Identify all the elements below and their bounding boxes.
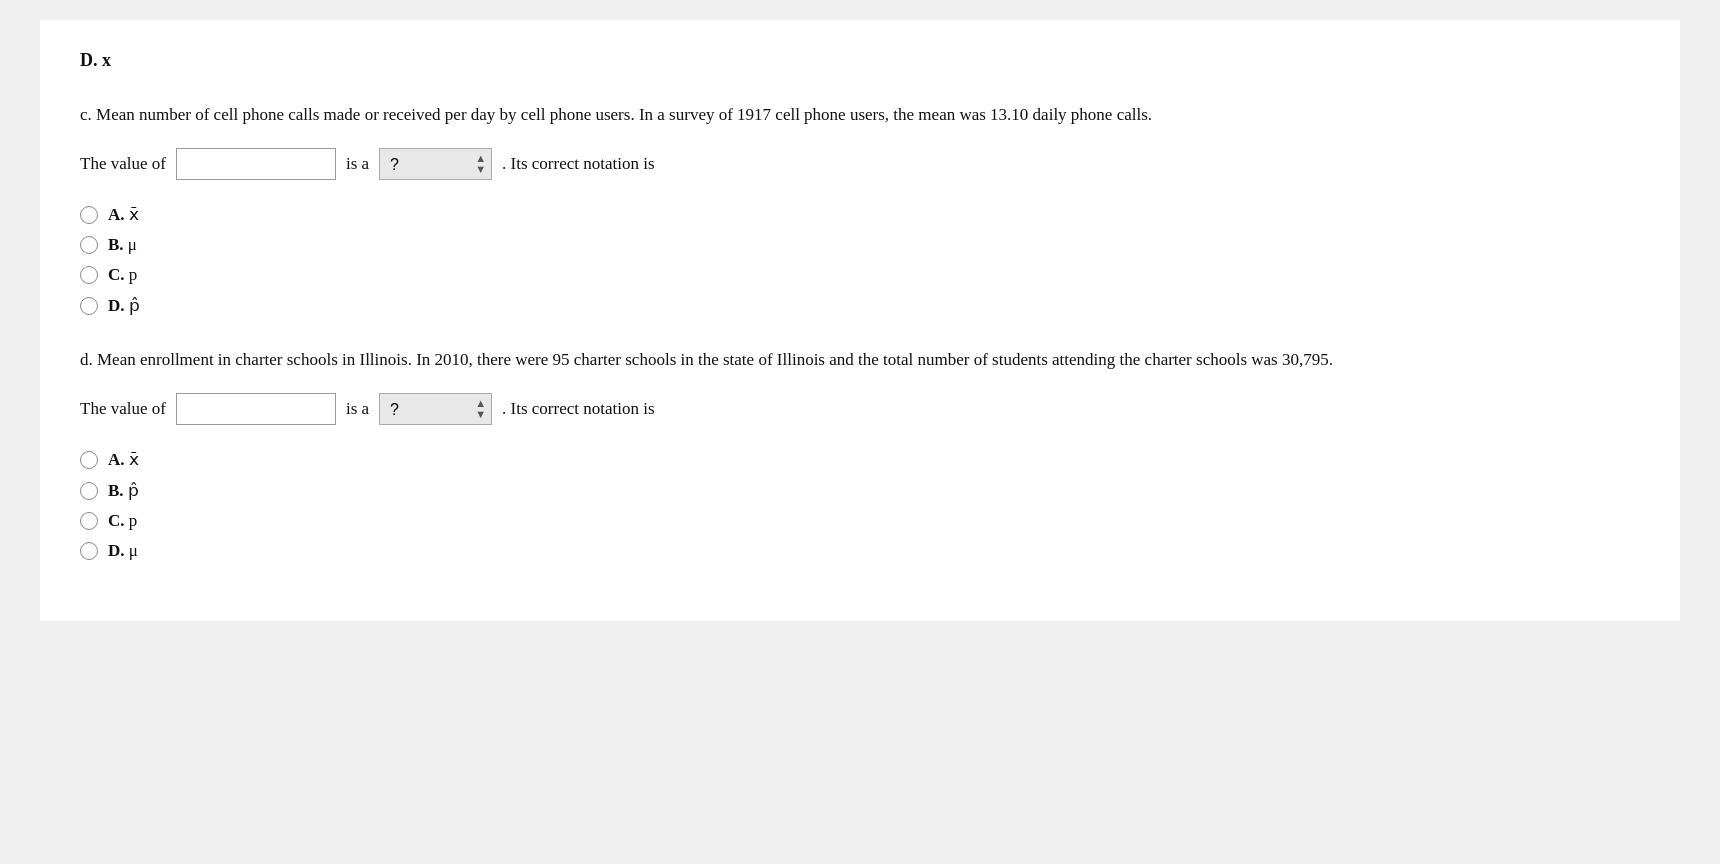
section-d-radio-c[interactable] [80, 512, 98, 530]
page-content: D. x c. Mean number of cell phone calls … [40, 20, 1680, 621]
section-c-value-input[interactable] [176, 148, 336, 180]
section-d-option-b: B. p̂ [80, 480, 1640, 501]
section-c-is-a-label: is a [346, 154, 369, 174]
section-c-option-c: C. p [80, 265, 1640, 285]
section-c-options: A. x̄ B. μ C. p D. p̂ [80, 204, 1640, 316]
section-c-notation-label: . Its correct notation is [502, 154, 655, 174]
section-d-option-b-label: B. p̂ [108, 480, 139, 501]
section-c-radio-c[interactable] [80, 266, 98, 284]
section-d-radio-d[interactable] [80, 542, 98, 560]
section-d-notation-label: . Its correct notation is [502, 399, 655, 419]
section-c-text: c. Mean number of cell phone calls made … [80, 101, 1640, 128]
section-c-option-a: A. x̄ [80, 204, 1640, 225]
section-d-dropdown[interactable]: ? statistic parameter [379, 393, 492, 425]
section-d-value-of-label: The value of [80, 399, 166, 419]
section-c-option-d-label: D. p̂ [108, 295, 140, 316]
top-partial-label: D. x [80, 50, 1640, 71]
section-c: c. Mean number of cell phone calls made … [80, 101, 1640, 316]
section-c-row: The value of is a ? statistic parameter … [80, 148, 1640, 180]
section-d-option-a-label: A. x̄ [108, 449, 139, 470]
section-c-option-b-label: B. μ [108, 235, 137, 255]
section-d-text: d. Mean enrollment in charter schools in… [80, 346, 1640, 373]
section-d-value-input[interactable] [176, 393, 336, 425]
section-c-dropdown-wrapper: ? statistic parameter ▲ ▼ [379, 148, 492, 180]
section-c-radio-d[interactable] [80, 297, 98, 315]
section-c-option-a-label: A. x̄ [108, 204, 139, 225]
section-d: d. Mean enrollment in charter schools in… [80, 346, 1640, 561]
section-d-radio-a[interactable] [80, 451, 98, 469]
section-d-row: The value of is a ? statistic parameter … [80, 393, 1640, 425]
section-d-radio-b[interactable] [80, 482, 98, 500]
section-c-option-c-label: C. p [108, 265, 137, 285]
section-d-options: A. x̄ B. p̂ C. p D. μ [80, 449, 1640, 561]
section-c-option-b: B. μ [80, 235, 1640, 255]
section-c-radio-a[interactable] [80, 206, 98, 224]
top-partial-section: D. x [80, 50, 1640, 71]
section-d-option-d-label: D. μ [108, 541, 138, 561]
section-c-value-of-label: The value of [80, 154, 166, 174]
section-c-option-d: D. p̂ [80, 295, 1640, 316]
section-d-option-d: D. μ [80, 541, 1640, 561]
section-d-option-a: A. x̄ [80, 449, 1640, 470]
section-c-radio-b[interactable] [80, 236, 98, 254]
section-d-is-a-label: is a [346, 399, 369, 419]
section-d-dropdown-wrapper: ? statistic parameter ▲ ▼ [379, 393, 492, 425]
section-c-dropdown[interactable]: ? statistic parameter [379, 148, 492, 180]
section-d-option-c-label: C. p [108, 511, 137, 531]
section-d-option-c: C. p [80, 511, 1640, 531]
